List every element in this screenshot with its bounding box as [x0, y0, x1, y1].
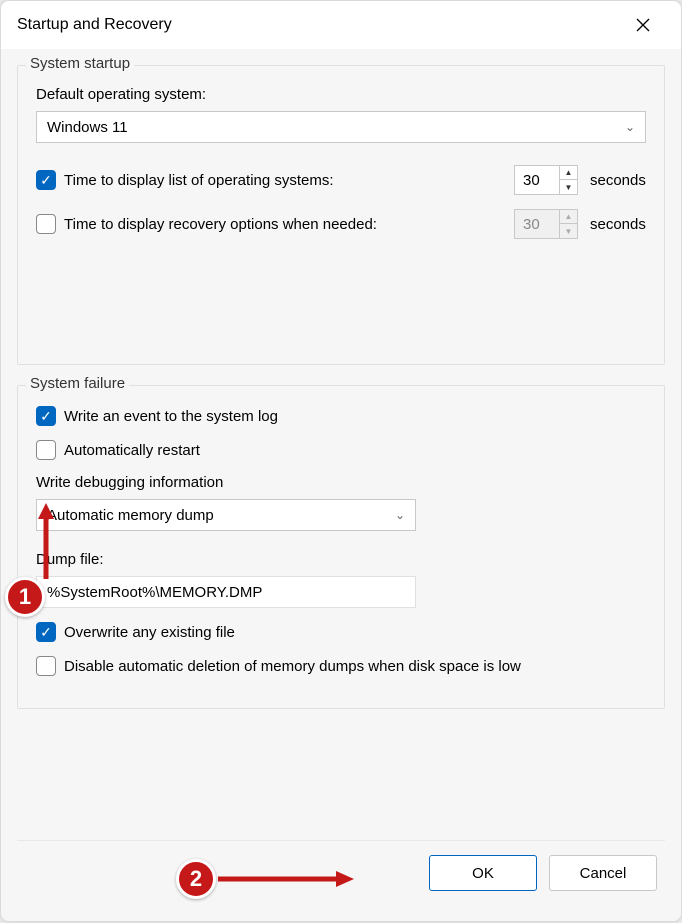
time-recovery-row: Time to display recovery options when ne… [36, 209, 646, 239]
checkmark-icon: ✓ [40, 173, 52, 187]
time-list-checkbox[interactable]: ✓ [36, 170, 56, 190]
write-event-row: ✓ Write an event to the system log [36, 406, 646, 426]
seconds-label: seconds [590, 172, 646, 189]
close-button[interactable] [621, 9, 665, 41]
dump-file-input[interactable]: %SystemRoot%\MEMORY.DMP [36, 576, 416, 608]
system-failure-group: System failure ✓ Write an event to the s… [17, 385, 665, 709]
write-event-checkbox[interactable]: ✓ [36, 406, 56, 426]
overwrite-row: ✓ Overwrite any existing file [36, 622, 646, 642]
system-failure-title: System failure [26, 375, 129, 392]
write-debug-label: Write debugging information [36, 474, 646, 491]
disable-delete-checkbox[interactable] [36, 656, 56, 676]
auto-restart-checkbox[interactable] [36, 440, 56, 460]
close-icon [636, 18, 650, 32]
spin-down-icon: ▼ [560, 224, 577, 238]
time-list-row: ✓ Time to display list of operating syst… [36, 165, 646, 195]
annotation-arrow-1 [34, 503, 58, 581]
annotation-marker-2: 2 [176, 859, 216, 899]
overwrite-label[interactable]: Overwrite any existing file [64, 624, 235, 641]
auto-restart-row: Automatically restart [36, 440, 646, 460]
checkmark-icon: ✓ [40, 409, 52, 423]
disable-delete-row: Disable automatic deletion of memory dum… [36, 656, 646, 676]
default-os-select[interactable]: Windows 11 ⌄ [36, 111, 646, 143]
chevron-down-icon: ⌄ [625, 120, 635, 134]
system-startup-group: System startup Default operating system:… [17, 65, 665, 365]
titlebar: Startup and Recovery [1, 1, 681, 49]
time-list-label[interactable]: Time to display list of operating system… [64, 172, 334, 189]
ok-button[interactable]: OK [429, 855, 537, 891]
startup-recovery-dialog: Startup and Recovery System startup Defa… [1, 1, 681, 921]
dump-file-label: Dump file: [36, 551, 646, 568]
seconds-label: seconds [590, 216, 646, 233]
window-title: Startup and Recovery [17, 16, 621, 34]
time-recovery-checkbox[interactable] [36, 214, 56, 234]
auto-restart-label[interactable]: Automatically restart [64, 442, 200, 459]
write-event-label[interactable]: Write an event to the system log [64, 408, 278, 425]
dump-type-value: Automatic memory dump [47, 507, 214, 524]
default-os-value: Windows 11 [47, 119, 625, 136]
cancel-label: Cancel [580, 865, 627, 882]
disable-delete-label[interactable]: Disable automatic deletion of memory dum… [64, 658, 521, 675]
dialog-content: System startup Default operating system:… [1, 49, 681, 921]
time-recovery-value: 30 [515, 210, 559, 238]
time-recovery-spinner: 30 ▲ ▼ [514, 209, 578, 239]
overwrite-checkbox[interactable]: ✓ [36, 622, 56, 642]
chevron-down-icon: ⌄ [395, 508, 405, 522]
write-debug-section: Write debugging information Automatic me… [36, 474, 646, 676]
time-list-value[interactable]: 30 [515, 166, 559, 194]
annotation-arrow-2 [218, 867, 356, 891]
default-os-label: Default operating system: [36, 86, 646, 103]
system-startup-title: System startup [26, 55, 134, 72]
checkmark-icon: ✓ [40, 625, 52, 639]
cancel-button[interactable]: Cancel [549, 855, 657, 891]
annotation-marker-1: 1 [5, 577, 45, 617]
dump-type-select[interactable]: Automatic memory dump ⌄ [36, 499, 416, 531]
spin-up-icon[interactable]: ▲ [560, 166, 577, 180]
ok-label: OK [472, 865, 494, 882]
time-recovery-label[interactable]: Time to display recovery options when ne… [64, 216, 377, 233]
spin-down-icon[interactable]: ▼ [560, 180, 577, 194]
spin-up-icon: ▲ [560, 210, 577, 224]
dump-file-value: %SystemRoot%\MEMORY.DMP [47, 584, 262, 601]
time-list-spinner[interactable]: 30 ▲ ▼ [514, 165, 578, 195]
